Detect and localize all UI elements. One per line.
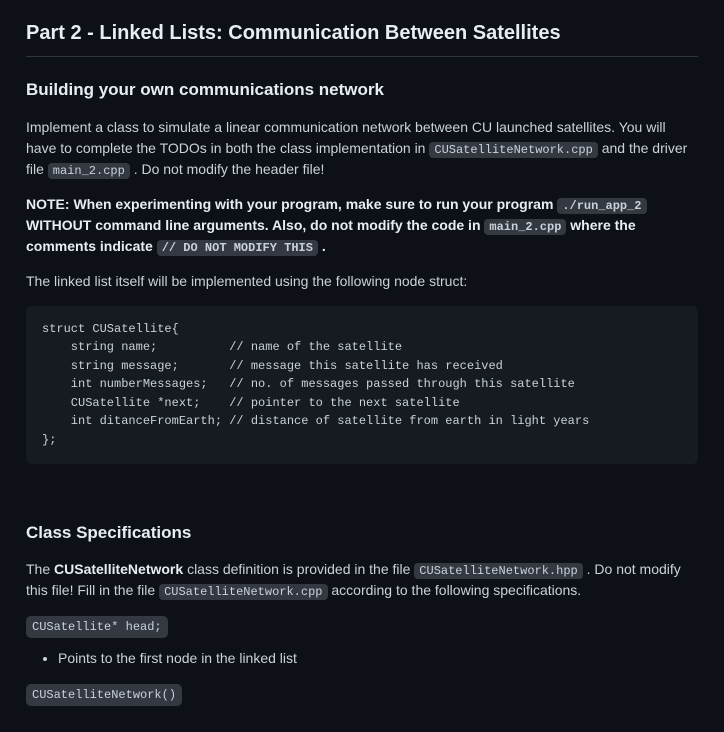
section-building-title: Building your own communications network bbox=[26, 77, 698, 103]
class-name: CUSatelliteNetwork bbox=[54, 561, 183, 577]
text: according to the following specification… bbox=[331, 582, 581, 598]
code-filename-impl: CUSatelliteNetwork.cpp bbox=[429, 142, 597, 158]
code-filename-driver: main_2.cpp bbox=[48, 163, 130, 179]
classspec-paragraph: The CUSatelliteNetwork class definition … bbox=[26, 559, 698, 601]
text: The bbox=[26, 561, 54, 577]
code-block-struct: struct CUSatellite{ string name; // name… bbox=[26, 306, 698, 464]
section-classspec-title: Class Specifications bbox=[26, 520, 698, 546]
text: . Do not modify the header file! bbox=[134, 161, 325, 177]
struct-intro: The linked list itself will be implement… bbox=[26, 271, 698, 292]
list-item: Points to the first node in the linked l… bbox=[58, 648, 698, 669]
note-text: . bbox=[322, 238, 326, 254]
code-filename-main: main_2.cpp bbox=[484, 219, 566, 235]
text: class definition is provided in the file bbox=[187, 561, 414, 577]
code-chip-head: CUSatellite* head; bbox=[26, 616, 168, 638]
intro-paragraph: Implement a class to simulate a linear c… bbox=[26, 117, 698, 180]
note-text: NOTE: When experimenting with your progr… bbox=[26, 196, 557, 212]
code-comment-nomodify: // DO NOT MODIFY THIS bbox=[157, 240, 318, 256]
code-chip-constructor: CUSatelliteNetwork() bbox=[26, 684, 182, 706]
code-run-cmd: ./run_app_2 bbox=[557, 198, 646, 214]
page-title: Part 2 - Linked Lists: Communication Bet… bbox=[26, 18, 698, 57]
note-paragraph: NOTE: When experimenting with your progr… bbox=[26, 194, 698, 257]
code-filename-cpp: CUSatelliteNetwork.cpp bbox=[159, 584, 327, 600]
note-text: WITHOUT command line arguments. Also, do… bbox=[26, 217, 484, 233]
spec-list: Points to the first node in the linked l… bbox=[58, 648, 698, 669]
code-filename-hpp: CUSatelliteNetwork.hpp bbox=[414, 563, 582, 579]
